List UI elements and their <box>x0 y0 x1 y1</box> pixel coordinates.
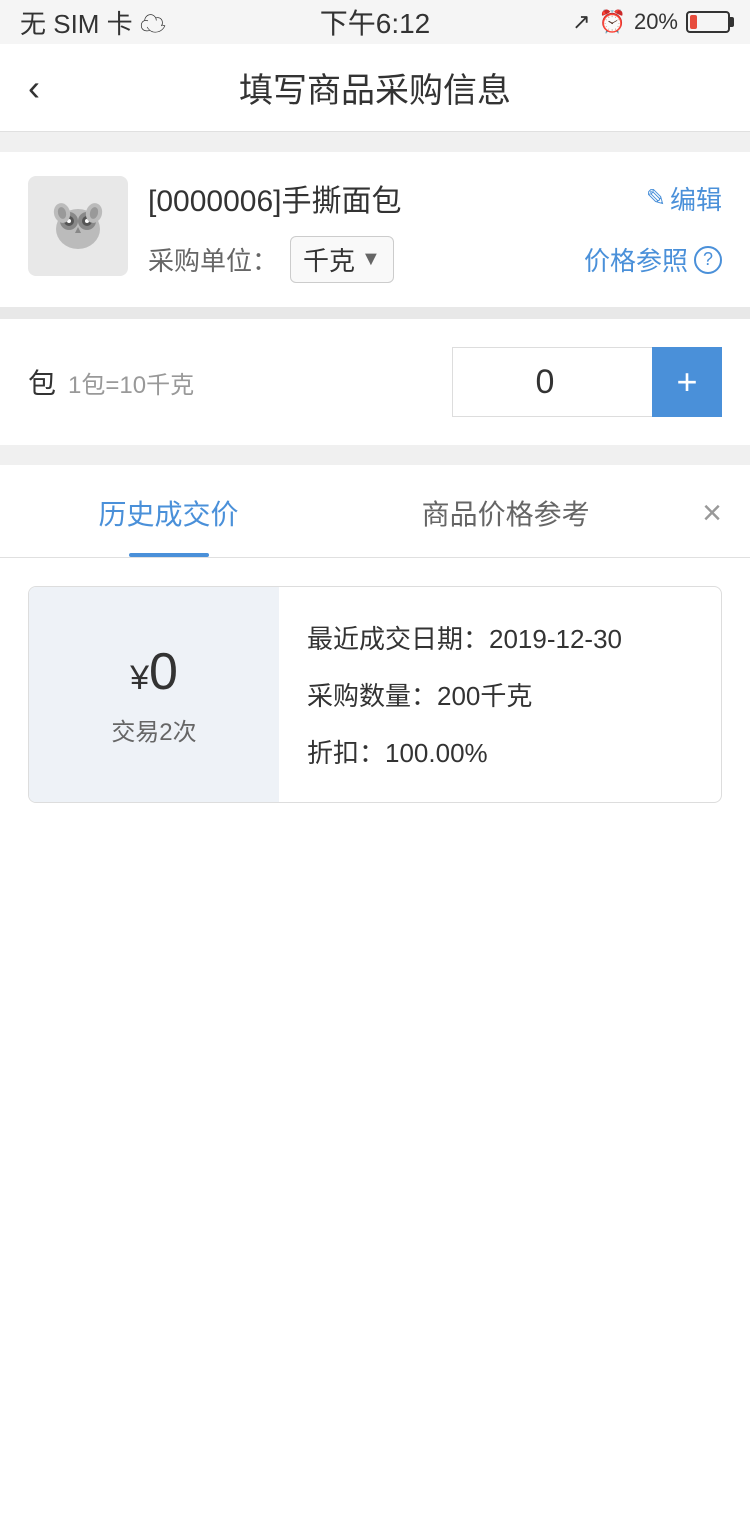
price-card-right: 最近成交日期：2019-12-30 采购数量：200千克 折扣：100.00% <box>279 587 721 802</box>
edit-label: 编辑 <box>670 180 722 217</box>
recent-date-label: 最近成交日期： <box>307 624 489 654</box>
product-details: [0000006]手撕面包 ✎ 编辑 采购单位： 千克 ▼ 价格参照 ? <box>148 176 722 283</box>
sim-label: 无 SIM 卡 ☁ <box>20 4 166 41</box>
quantity-label: 包 1包=10千克 <box>28 362 194 402</box>
price-trades: 交易2次 <box>111 712 196 747</box>
unit-selector[interactable]: 千克 ▼ <box>290 236 394 283</box>
quantity-conversion: 1包=10千克 <box>68 365 194 400</box>
edit-button[interactable]: ✎ 编辑 <box>646 180 722 217</box>
price-value: 0 <box>149 643 178 701</box>
page-title: 填写商品采购信息 <box>239 63 511 112</box>
back-button[interactable]: ‹ <box>28 67 40 109</box>
tab-bar: 历史成交价 商品价格参考 × <box>0 465 750 558</box>
tab-history-price[interactable]: 历史成交价 <box>0 465 337 557</box>
purchase-qty-row: 采购数量：200千克 <box>307 676 693 713</box>
product-title-row: [0000006]手撕面包 ✎ 编辑 <box>148 176 722 220</box>
battery-fill <box>690 15 697 29</box>
tab-price-reference[interactable]: 商品价格参考 <box>337 465 674 557</box>
price-amount: ¥0 <box>130 642 178 702</box>
quantity-input-group: + <box>452 347 722 417</box>
main-background <box>0 831 750 1531</box>
product-logo-icon <box>43 191 113 261</box>
status-right: ↗ ⏰ 20% <box>572 9 730 35</box>
recent-date-value: 2019-12-30 <box>489 624 622 654</box>
price-card-left: ¥0 交易2次 <box>29 587 279 802</box>
section-divider <box>0 307 750 319</box>
purchase-qty-label: 采购数量： <box>307 681 437 711</box>
status-left: 无 SIM 卡 ☁ <box>20 4 166 41</box>
discount-row: 折扣：100.00% <box>307 733 693 770</box>
battery-percent: 20% <box>634 9 678 35</box>
product-thumbnail <box>28 176 128 276</box>
quantity-row: 包 1包=10千克 + <box>0 319 750 445</box>
unit-dropdown-icon: ▼ <box>361 248 381 271</box>
product-header: [0000006]手撕面包 ✎ 编辑 采购单位： 千克 ▼ 价格参照 ? <box>28 176 722 283</box>
unit-row: 采购单位： 千克 ▼ 价格参照 ? <box>148 236 722 283</box>
price-reference-button[interactable]: 价格参照 ? <box>584 241 722 278</box>
status-time: 下午6:12 <box>320 2 431 42</box>
quantity-unit: 包 <box>28 362 56 402</box>
price-card: ¥0 交易2次 最近成交日期：2019-12-30 采购数量：200千克 折扣：… <box>28 586 722 803</box>
battery-indicator <box>686 11 730 33</box>
product-name: [0000006]手撕面包 <box>148 176 401 220</box>
direction-icon: ↗ <box>572 9 590 35</box>
discount-value: 100.00% <box>385 738 488 768</box>
currency-symbol: ¥ <box>130 659 149 697</box>
status-bar: 无 SIM 卡 ☁ 下午6:12 ↗ ⏰ 20% <box>0 0 750 44</box>
unit-label: 采购单位： <box>148 241 278 278</box>
price-ref-label: 价格参照 <box>584 241 688 278</box>
tab-section: 历史成交价 商品价格参考 × ¥0 交易2次 最近成交日期：2019-12-30… <box>0 465 750 831</box>
unit-value: 千克 <box>303 241 355 278</box>
alarm-icon: ⏰ <box>599 9 626 35</box>
price-ref-help-icon: ? <box>694 246 722 274</box>
edit-icon: ✎ <box>646 184 666 213</box>
purchase-qty-value: 200千克 <box>437 681 532 711</box>
tab-close-button[interactable]: × <box>674 466 750 557</box>
product-section: [0000006]手撕面包 ✎ 编辑 采购单位： 千克 ▼ 价格参照 ? <box>0 152 750 307</box>
tab-content: ¥0 交易2次 最近成交日期：2019-12-30 采购数量：200千克 折扣：… <box>0 558 750 831</box>
recent-date-row: 最近成交日期：2019-12-30 <box>307 619 693 656</box>
nav-bar: ‹ 填写商品采购信息 <box>0 44 750 132</box>
discount-label: 折扣： <box>307 738 385 768</box>
quantity-plus-button[interactable]: + <box>652 347 722 417</box>
quantity-input[interactable] <box>452 347 652 417</box>
